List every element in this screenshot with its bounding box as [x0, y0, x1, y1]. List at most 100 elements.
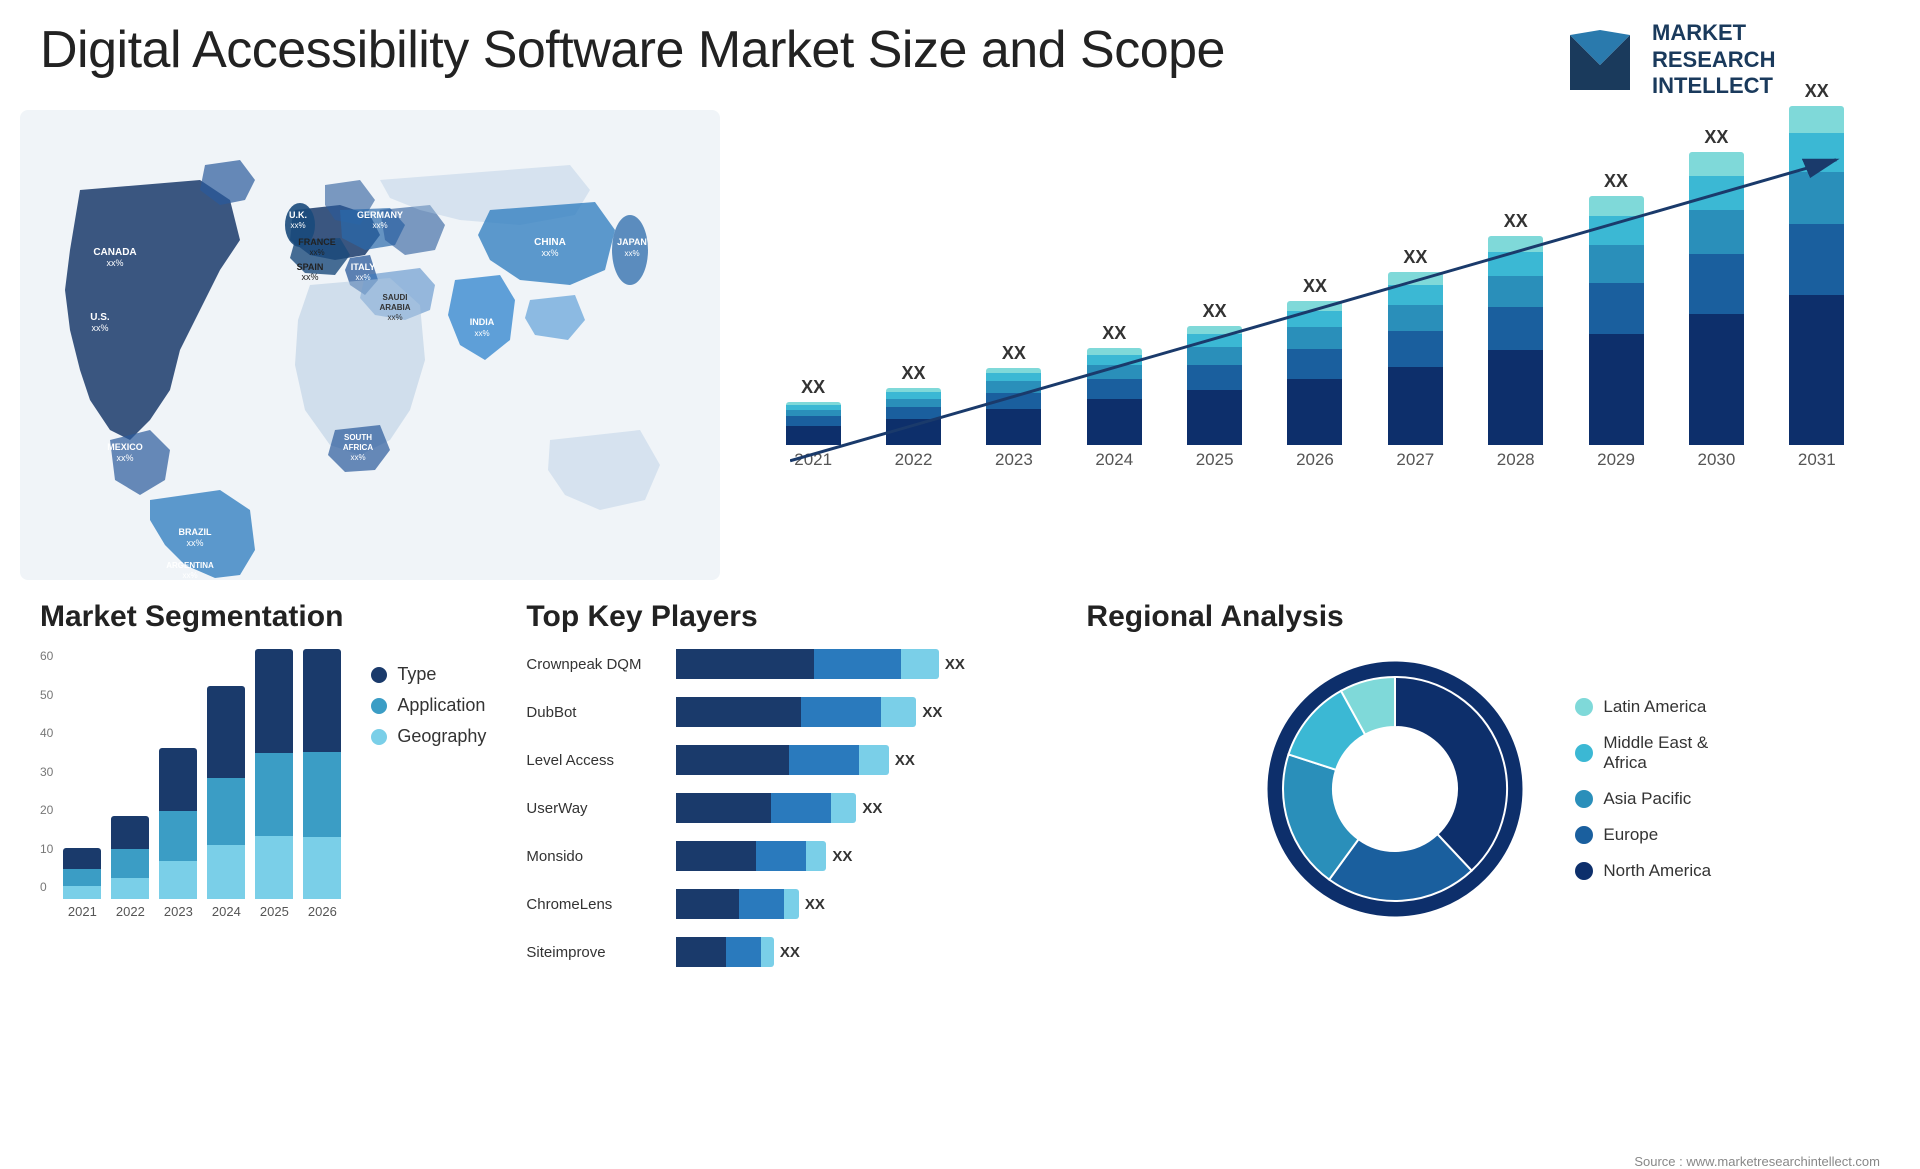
bar-segment [1589, 245, 1644, 283]
label-asia-pacific: Asia Pacific [1603, 789, 1691, 809]
seg-type [111, 816, 149, 849]
seg-bar-2024 [207, 649, 245, 899]
players-section: Top Key Players Crownpeak DQMXXDubBotXXL… [526, 600, 1046, 1140]
legend-type-dot [371, 667, 387, 683]
bar-group-2026: XX2026 [1272, 276, 1358, 470]
player-name: ChromeLens [526, 896, 666, 913]
bar-segment [1689, 314, 1744, 445]
bar-segment [1087, 379, 1142, 399]
label-latin-america: Latin America [1603, 697, 1706, 717]
seg-app [63, 869, 101, 886]
legend-north-america: North America [1575, 861, 1711, 881]
bar-segment [1087, 399, 1142, 445]
players-chart: Crownpeak DQMXXDubBotXXLevel AccessXXUse… [526, 649, 1046, 967]
bar-year-2024: 2024 [1095, 450, 1133, 470]
player-bar-wrap: XX [676, 745, 915, 775]
bar-group-2028: XX2028 [1473, 211, 1559, 470]
svg-text:xx%: xx% [182, 571, 197, 580]
player-bar-wrap: XX [676, 649, 965, 679]
bar-segment [1589, 334, 1644, 445]
svg-text:SOUTH: SOUTH [344, 433, 372, 442]
player-bar-wrap: XX [676, 937, 800, 967]
player-bar-wrap: XX [676, 841, 852, 871]
bar-segment [1187, 390, 1242, 445]
bar-segment [1488, 236, 1543, 252]
bar-year-2021: 2021 [794, 450, 832, 470]
bar-year-2027: 2027 [1396, 450, 1434, 470]
bar-segment [1388, 285, 1443, 305]
bar-label-2026: XX [1303, 276, 1327, 297]
player-value: XX [832, 848, 852, 865]
svg-text:CHINA: CHINA [534, 237, 566, 248]
svg-text:SPAIN: SPAIN [297, 262, 324, 272]
seg-x-2021: 2021 [63, 904, 101, 919]
player-name: Level Access [526, 752, 666, 769]
seg-type [63, 848, 101, 869]
bar-segment [1789, 224, 1844, 295]
player-bar-wrap: XX [676, 697, 942, 727]
player-value: XX [922, 704, 942, 721]
seg-x-2022: 2022 [111, 904, 149, 919]
svg-text:xx%: xx% [91, 323, 108, 333]
player-name: Monsido [526, 848, 666, 865]
source-text: Source : www.marketresearchintellect.com [0, 1154, 1920, 1169]
dot-asia-pacific [1575, 790, 1593, 808]
bar-segment [1287, 301, 1342, 311]
seg-geo [111, 878, 149, 899]
bar-segment [1789, 295, 1844, 445]
bar-year-2023: 2023 [995, 450, 1033, 470]
player-value: XX [945, 656, 965, 673]
player-bar-wrap: XX [676, 889, 825, 919]
bar-segment [886, 407, 941, 419]
bar-segment [1388, 272, 1443, 285]
logo-text: MARKETRESEARCHINTELLECT [1652, 20, 1775, 99]
bar-label-2024: XX [1102, 323, 1126, 344]
bar-segment [1187, 326, 1242, 334]
bar-segment [1287, 349, 1342, 379]
legend-application: Application [371, 695, 486, 716]
player-name: DubBot [526, 704, 666, 721]
player-row: SiteimproveXX [526, 937, 1046, 967]
top-section: CANADA xx% U.S. xx% MEXICO xx% BRAZIL xx… [0, 110, 1920, 590]
bar-segment [1589, 216, 1644, 245]
svg-text:xx%: xx% [350, 453, 365, 462]
seg-type [255, 649, 293, 753]
player-bar-wrap: XX [676, 793, 882, 823]
svg-text:xx%: xx% [301, 272, 318, 282]
bar-group-2027: XX2027 [1372, 247, 1458, 470]
legend-type-label: Type [397, 664, 436, 685]
svg-text:xx%: xx% [541, 248, 558, 258]
label-middle-east: Middle East &Africa [1603, 733, 1708, 773]
bar-year-2030: 2030 [1698, 450, 1736, 470]
seg-geo [207, 845, 245, 899]
logo-icon [1560, 20, 1640, 100]
bar-label-2021: XX [801, 377, 825, 398]
svg-text:JAPAN: JAPAN [617, 237, 647, 247]
bar-group-2029: XX2029 [1573, 171, 1659, 470]
bar-segment [1689, 152, 1744, 176]
players-title: Top Key Players [526, 600, 1046, 634]
player-bar [676, 793, 856, 823]
seg-bar-2023 [159, 649, 197, 899]
bar-segment [1689, 176, 1744, 210]
svg-text:ARGENTINA: ARGENTINA [166, 561, 214, 570]
svg-text:xx%: xx% [290, 221, 305, 230]
bar-segment [986, 373, 1041, 381]
player-row: ChromeLens XX [526, 889, 1046, 919]
legend-type: Type [371, 664, 486, 685]
player-bar [676, 841, 826, 871]
svg-text:xx%: xx% [372, 221, 387, 230]
svg-text:AFRICA: AFRICA [343, 443, 373, 452]
legend-asia-pacific: Asia Pacific [1575, 789, 1711, 809]
bar-segment [1488, 276, 1543, 307]
bar-label-2030: XX [1704, 127, 1728, 148]
bar-year-2025: 2025 [1196, 450, 1234, 470]
player-row: Monsido XX [526, 841, 1046, 871]
bar-segment [786, 416, 841, 426]
bar-label-2023: XX [1002, 343, 1026, 364]
player-value: XX [805, 896, 825, 913]
label-europe: Europe [1603, 825, 1658, 845]
player-bar [676, 697, 916, 727]
legend-middle-east: Middle East &Africa [1575, 733, 1711, 773]
bar-segment [1087, 365, 1142, 379]
